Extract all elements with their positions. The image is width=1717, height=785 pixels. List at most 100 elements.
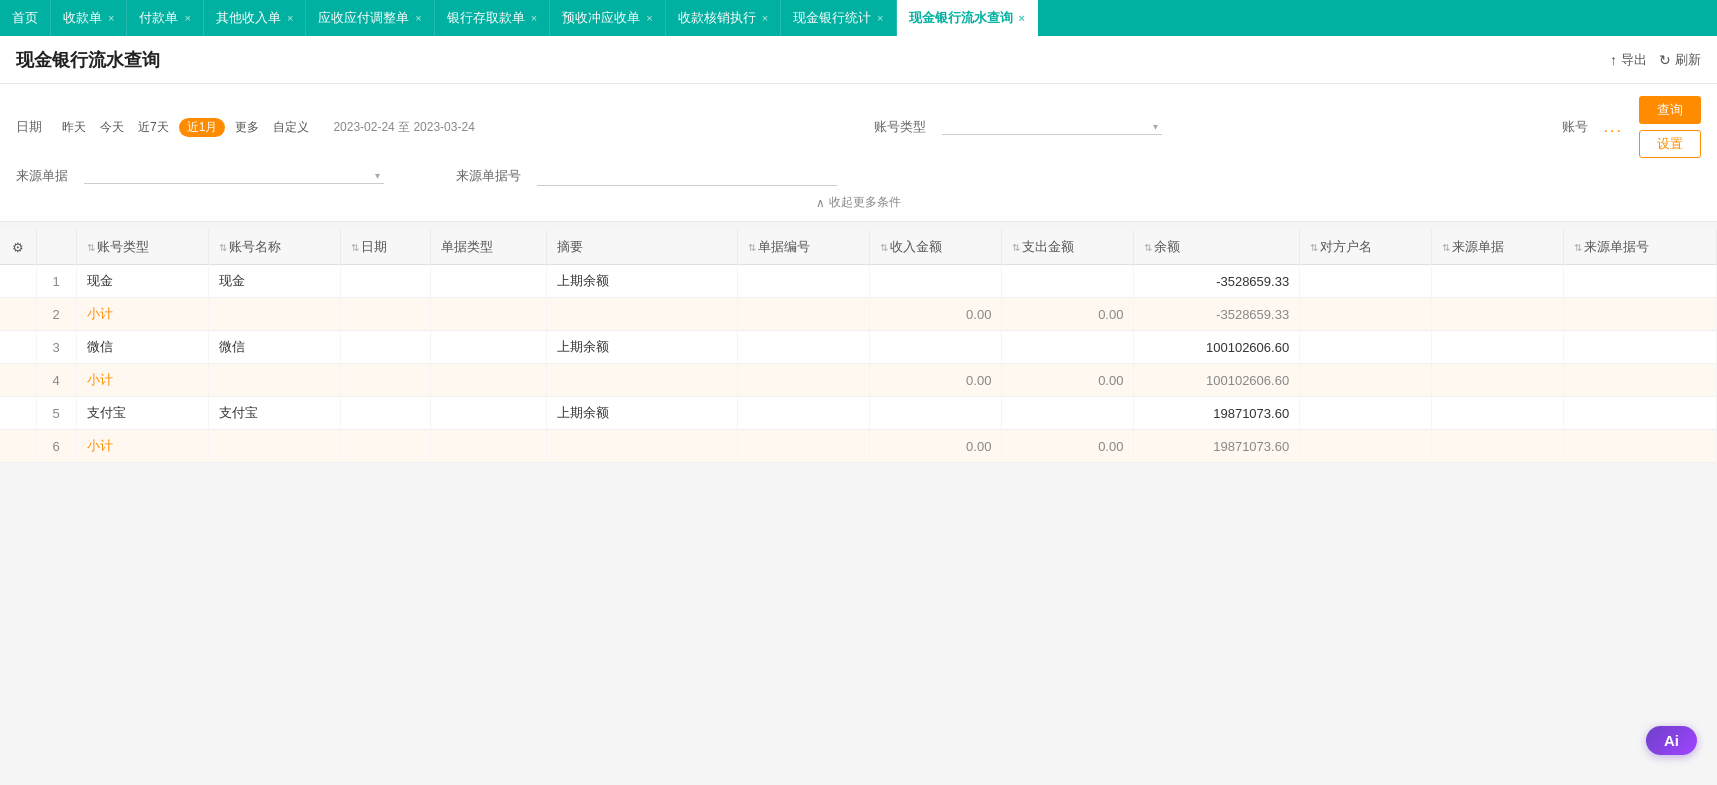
row-expense-cell [1002, 331, 1134, 364]
row-expense-cell: 0.00 [1002, 298, 1134, 331]
col-expense[interactable]: ⇅支出金额 [1002, 230, 1134, 265]
date-opt-yesterday[interactable]: 昨天 [58, 118, 90, 137]
row-source-doc-cell [1432, 397, 1564, 430]
row-date-cell [340, 364, 431, 397]
account-type-label: 账号类型 [874, 118, 926, 136]
nav-tab-shoukuanhexiao-close[interactable]: × [762, 12, 768, 24]
query-button[interactable]: 查询 [1639, 96, 1701, 124]
row-gear-cell [0, 331, 36, 364]
row-source-doc-num-cell [1564, 430, 1717, 463]
row-expense-cell [1002, 265, 1134, 298]
col-counterparty[interactable]: ⇅对方户名 [1300, 230, 1432, 265]
nav-tab-shoukuanhexiao[interactable]: 收款核销执行 × [666, 0, 781, 36]
filter-row-2: 来源单据 ▾ 来源单据号 [16, 166, 1701, 186]
table-row: 5支付宝支付宝上期余额19871073.60 [0, 397, 1717, 430]
row-num-cell: 4 [36, 364, 76, 397]
row-account-type-cell: 小计 [76, 430, 208, 463]
nav-tab-fukuan[interactable]: 付款单 × [127, 0, 203, 36]
row-balance-cell: 100102606.60 [1134, 331, 1300, 364]
row-expense-cell: 0.00 [1002, 430, 1134, 463]
nav-tab-qitashouru-close[interactable]: × [287, 12, 293, 24]
table-row: 2小计0.000.00-3528659.33 [0, 298, 1717, 331]
row-date-cell [340, 430, 431, 463]
row-doc-type-cell [431, 397, 547, 430]
date-opt-1month[interactable]: 近1月 [179, 118, 226, 137]
row-gear-cell [0, 364, 36, 397]
date-range-display: 2023-02-24 至 2023-03-24 [333, 119, 474, 136]
refresh-icon: ↻ [1659, 52, 1671, 68]
date-opt-custom[interactable]: 自定义 [269, 118, 313, 137]
row-summary-cell [547, 364, 738, 397]
date-opt-7days[interactable]: 近7天 [134, 118, 173, 137]
nav-tab-yinhangcunqu-label: 银行存取款单 [447, 9, 525, 27]
col-income[interactable]: ⇅收入金额 [870, 230, 1002, 265]
page-title: 现金银行流水查询 [16, 48, 160, 72]
row-expense-cell: 0.00 [1002, 364, 1134, 397]
date-opt-more[interactable]: 更多 [231, 118, 263, 137]
collapse-bar[interactable]: ∧ 收起更多条件 [16, 190, 1701, 213]
account-dots-button[interactable]: ... [1604, 118, 1623, 136]
row-doc-type-cell [431, 364, 547, 397]
nav-tab-shoukuan-label: 收款单 [63, 9, 102, 27]
nav-tab-fukuan-close[interactable]: × [184, 12, 190, 24]
nav-tab-qitashouru[interactable]: 其他收入单 × [204, 0, 306, 36]
col-balance[interactable]: ⇅余额 [1134, 230, 1300, 265]
nav-tab-liushuchaxun-close[interactable]: × [1019, 12, 1025, 24]
export-button[interactable]: ↑ 导出 [1610, 51, 1647, 69]
filter-row-1: 日期 昨天 今天 近7天 近1月 更多 自定义 2023-02-24 至 202… [16, 96, 1701, 158]
row-num-cell: 6 [36, 430, 76, 463]
nav-tab-yingshouyingfu[interactable]: 应收应付调整单 × [306, 0, 434, 36]
row-account-type-cell: 小计 [76, 364, 208, 397]
row-counterparty-cell [1300, 298, 1432, 331]
collapse-label: 收起更多条件 [829, 194, 901, 211]
nav-tab-yushouchong[interactable]: 预收冲应收单 × [550, 0, 665, 36]
col-account-type[interactable]: ⇅账号类型 [76, 230, 208, 265]
nav-tab-yingshouyingfu-close[interactable]: × [415, 12, 421, 24]
export-label: 导出 [1621, 51, 1647, 69]
nav-tab-yinhangcunqu-close[interactable]: × [531, 12, 537, 24]
col-doc-num[interactable]: ⇅单据编号 [738, 230, 870, 265]
source-doc-select[interactable]: ▾ [84, 168, 384, 184]
source-doc-num-input[interactable] [537, 166, 837, 186]
col-gear[interactable]: ⚙ [0, 230, 36, 265]
row-account-name-cell [208, 430, 340, 463]
row-balance-cell: 19871073.60 [1134, 397, 1300, 430]
row-summary-cell: 上期余额 [547, 397, 738, 430]
row-account-name-cell: 微信 [208, 331, 340, 364]
nav-tab-tongji[interactable]: 现金银行统计 × [781, 0, 896, 36]
row-doc-num-cell [738, 265, 870, 298]
col-account-name[interactable]: ⇅账号名称 [208, 230, 340, 265]
row-source-doc-cell [1432, 430, 1564, 463]
row-income-cell: 0.00 [870, 364, 1002, 397]
col-source-doc[interactable]: ⇅来源单据 [1432, 230, 1564, 265]
nav-tab-shoukuan[interactable]: 收款单 × [51, 0, 127, 36]
refresh-button[interactable]: ↻ 刷新 [1659, 51, 1701, 69]
row-summary-cell: 上期余额 [547, 265, 738, 298]
row-counterparty-cell [1300, 364, 1432, 397]
nav-tab-tongji-close[interactable]: × [877, 12, 883, 24]
row-date-cell [340, 298, 431, 331]
row-balance-cell: -3528659.33 [1134, 298, 1300, 331]
top-nav: 首页 收款单 × 付款单 × 其他收入单 × 应收应付调整单 × 银行存取款单 … [0, 0, 1717, 36]
source-doc-label: 来源单据 [16, 167, 68, 185]
table-row: 6小计0.000.0019871073.60 [0, 430, 1717, 463]
nav-tab-yinhangcunqu[interactable]: 银行存取款单 × [435, 0, 550, 36]
nav-tab-yushouchong-close[interactable]: × [646, 12, 652, 24]
row-balance-cell: 100102606.60 [1134, 364, 1300, 397]
row-gear-cell [0, 397, 36, 430]
row-income-cell: 0.00 [870, 430, 1002, 463]
col-date[interactable]: ⇅日期 [340, 230, 431, 265]
nav-tab-home[interactable]: 首页 [0, 0, 51, 36]
col-source-doc-num[interactable]: ⇅来源单据号 [1564, 230, 1717, 265]
row-doc-type-cell [431, 298, 547, 331]
row-account-name-cell: 支付宝 [208, 397, 340, 430]
row-counterparty-cell [1300, 397, 1432, 430]
nav-tab-liushuchaxun[interactable]: 现金银行流水查询 × [897, 0, 1038, 36]
account-type-select[interactable]: ▾ [942, 119, 1162, 135]
date-opt-today[interactable]: 今天 [96, 118, 128, 137]
setting-button[interactable]: 设置 [1639, 130, 1701, 158]
nav-tab-tongji-label: 现金银行统计 [793, 9, 871, 27]
row-gear-cell [0, 298, 36, 331]
nav-tab-shoukuan-close[interactable]: × [108, 12, 114, 24]
row-source-doc-num-cell [1564, 331, 1717, 364]
